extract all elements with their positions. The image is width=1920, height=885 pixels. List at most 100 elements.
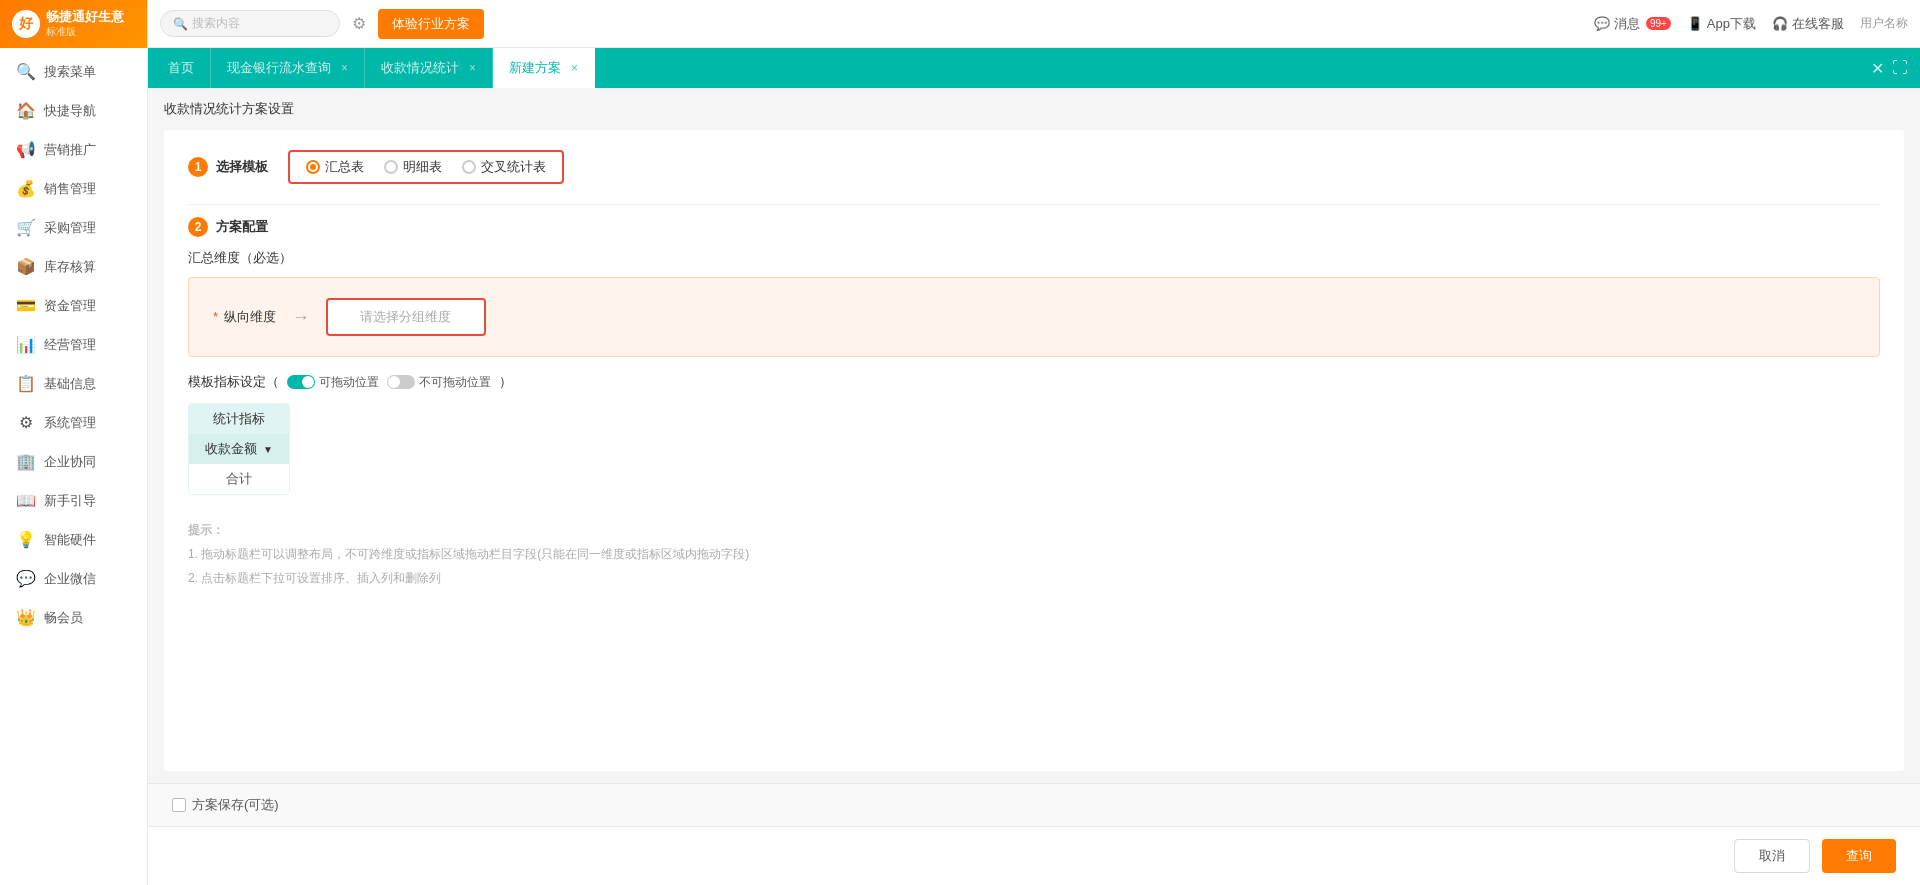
radio-summary-label: 汇总表 xyxy=(325,158,364,176)
trial-button[interactable]: 体验行业方案 xyxy=(378,9,484,39)
sidebar-item-marketing[interactable]: 📢 营销推广 xyxy=(0,130,147,169)
sidebar-item-label: 采购管理 xyxy=(44,219,96,237)
sidebar-item-basics[interactable]: 📋 基础信息 xyxy=(0,364,147,403)
dropdown-chevron-icon: ▼ xyxy=(263,444,273,455)
sidebar-item-finance[interactable]: 💳 资金管理 xyxy=(0,286,147,325)
step2-content: 汇总维度（必选） * 纵向维度 → 请选择分组维度 xyxy=(188,249,1880,590)
download-item[interactable]: 📱 App下载 xyxy=(1687,15,1756,33)
cancel-button[interactable]: 取消 xyxy=(1734,839,1810,873)
home-icon: 🏠 xyxy=(16,101,36,120)
guide-icon: 📖 xyxy=(16,491,36,510)
toggle-non-draggable[interactable]: 不可拖动位置 xyxy=(387,374,491,391)
sidebar-item-label: 库存核算 xyxy=(44,258,96,276)
purchase-icon: 🛒 xyxy=(16,218,36,237)
tips-section: 提示： 1. 拖动标题栏可以调整布局，不可跨维度或指标区域拖动栏目字段(只能在同… xyxy=(188,518,1880,590)
radio-summary[interactable]: 汇总表 xyxy=(306,158,364,176)
search-text-icon: 🔍 xyxy=(173,17,188,31)
tab-new-plan-close[interactable]: × xyxy=(571,61,578,75)
dimension-select[interactable]: 请选择分组维度 xyxy=(326,298,486,336)
indicator-table: 统计指标 收款金额 ▼ 合计 xyxy=(188,403,290,495)
sidebar-item-label: 畅会员 xyxy=(44,609,83,627)
stats-column-cell[interactable]: 收款金额 ▼ xyxy=(189,434,289,464)
toggle-non-draggable-thumb xyxy=(388,376,400,388)
search-box[interactable]: 🔍 搜索内容 xyxy=(160,10,340,37)
sidebar-item-guide[interactable]: 📖 新手引导 xyxy=(0,481,147,520)
indicator-column-row: 收款金额 ▼ xyxy=(189,434,289,464)
radio-detail-circle xyxy=(384,160,398,174)
dimension-label-text: 纵向维度 xyxy=(224,309,276,324)
sidebar-item-label: 经营管理 xyxy=(44,336,96,354)
sidebar-item-hardware[interactable]: 💡 智能硬件 xyxy=(0,520,147,559)
sidebar-item-label: 新手引导 xyxy=(44,492,96,510)
tab-close-all-icon[interactable]: ✕ xyxy=(1871,59,1884,78)
tab-receipts[interactable]: 收款情况统计 × xyxy=(365,48,493,88)
sidebar-item-nav[interactable]: 🏠 快捷导航 xyxy=(0,91,147,130)
toggle-draggable-track[interactable] xyxy=(287,375,315,389)
tips-title: 提示： xyxy=(188,523,224,537)
tip-item-1: 1. 拖动标题栏可以调整布局，不可跨维度或指标区域拖动栏目字段(只能在同一维度或… xyxy=(188,542,1880,566)
tab-home[interactable]: 首页 xyxy=(152,48,211,88)
radio-cross-label: 交叉统计表 xyxy=(481,158,546,176)
tab-bank[interactable]: 现金银行流水查询 × xyxy=(211,48,365,88)
sidebar-item-sales[interactable]: 💰 销售管理 xyxy=(0,169,147,208)
sidebar-item-label: 搜索菜单 xyxy=(44,63,96,81)
search-icon: 🔍 xyxy=(16,62,36,81)
tab-home-label: 首页 xyxy=(168,59,194,77)
query-button[interactable]: 查询 xyxy=(1822,839,1896,873)
logo-icon: 好 xyxy=(12,10,40,38)
indicator-config-title: 模板指标设定（ 可拖动位置 不可拖 xyxy=(188,373,1880,391)
sidebar-item-enterprise[interactable]: 🏢 企业协同 xyxy=(0,442,147,481)
step2-label: 方案配置 xyxy=(216,218,268,236)
app-edition: 标准版 xyxy=(46,25,124,39)
arrow-right-icon: → xyxy=(292,307,310,328)
sidebar-item-label: 快捷导航 xyxy=(44,102,96,120)
template-radio-group: 汇总表 明细表 交叉统计表 xyxy=(288,150,564,184)
sidebar-item-inventory[interactable]: 📦 库存核算 xyxy=(0,247,147,286)
sidebar-item-label: 系统管理 xyxy=(44,414,96,432)
sidebar-item-business[interactable]: 📊 经营管理 xyxy=(0,325,147,364)
sidebar-nav: 🔍 搜索菜单 🏠 快捷导航 📢 营销推广 💰 销售管理 🛒 采购管理 📦 库存核… xyxy=(0,48,147,885)
toggle-draggable-label: 可拖动位置 xyxy=(319,374,379,391)
sidebar-item-purchase[interactable]: 🛒 采购管理 xyxy=(0,208,147,247)
inventory-icon: 📦 xyxy=(16,257,36,276)
dimension-placeholder: 请选择分组维度 xyxy=(360,308,451,326)
sidebar-item-label: 企业微信 xyxy=(44,570,96,588)
tip-item-2: 2. 点击标题栏下拉可设置排序、插入列和删除列 xyxy=(188,566,1880,590)
sidebar-item-label: 销售管理 xyxy=(44,180,96,198)
save-label: 方案保存(可选) xyxy=(192,796,279,814)
radio-cross[interactable]: 交叉统计表 xyxy=(462,158,546,176)
notification-item[interactable]: 💬 消息 99+ xyxy=(1594,15,1671,33)
tab-bank-close[interactable]: × xyxy=(341,61,348,75)
tab-maximize-icon[interactable]: ⛶ xyxy=(1892,59,1908,77)
step1-label: 选择模板 xyxy=(216,158,268,176)
save-checkbox-label[interactable]: 方案保存(可选) xyxy=(172,796,279,814)
sidebar-item-label: 智能硬件 xyxy=(44,531,96,549)
sidebar-item-system[interactable]: ⚙ 系统管理 xyxy=(0,403,147,442)
settings-icon[interactable]: ⚙ xyxy=(352,14,366,33)
stats-total-cell: 合计 xyxy=(189,464,289,494)
tab-new-plan-label: 新建方案 xyxy=(509,59,561,77)
message-icon: 💬 xyxy=(1594,16,1610,31)
tab-new-plan[interactable]: 新建方案 × xyxy=(493,48,595,88)
radio-detail[interactable]: 明细表 xyxy=(384,158,442,176)
download-label: App下载 xyxy=(1707,15,1756,33)
stats-column-text: 收款金额 xyxy=(205,440,257,458)
tab-receipts-close[interactable]: × xyxy=(469,61,476,75)
service-item[interactable]: 🎧 在线客服 xyxy=(1772,15,1844,33)
indicator-header-row: 统计指标 xyxy=(189,404,289,434)
tabbar-actions: ✕ ⛶ xyxy=(1871,59,1916,78)
sidebar-item-wechat[interactable]: 💬 企业微信 xyxy=(0,559,147,598)
dimension-row: * 纵向维度 → 请选择分组维度 xyxy=(213,298,1855,336)
sidebar-item-search[interactable]: 🔍 搜索菜单 xyxy=(0,52,147,91)
sidebar-item-label: 资金管理 xyxy=(44,297,96,315)
sidebar-item-member[interactable]: 👑 畅会员 xyxy=(0,598,147,637)
toggle-non-draggable-track[interactable] xyxy=(387,375,415,389)
indicator-title-text: 模板指标设定（ xyxy=(188,373,279,391)
topbar: 🔍 搜索内容 ⚙ 体验行业方案 💬 消息 99+ 📱 App下载 🎧 在线客服 … xyxy=(148,0,1920,48)
step1-row: 1 选择模板 汇总表 明细表 交叉统计表 xyxy=(188,150,1880,184)
sidebar: 好 畅捷通好生意 标准版 🔍 搜索菜单 🏠 快捷导航 📢 营销推广 💰 销售管理… xyxy=(0,0,148,885)
toggle-draggable[interactable]: 可拖动位置 xyxy=(287,374,379,391)
toggle-non-draggable-label: 不可拖动位置 xyxy=(419,374,491,391)
required-mark: * xyxy=(213,309,218,324)
save-checkbox[interactable] xyxy=(172,798,186,812)
